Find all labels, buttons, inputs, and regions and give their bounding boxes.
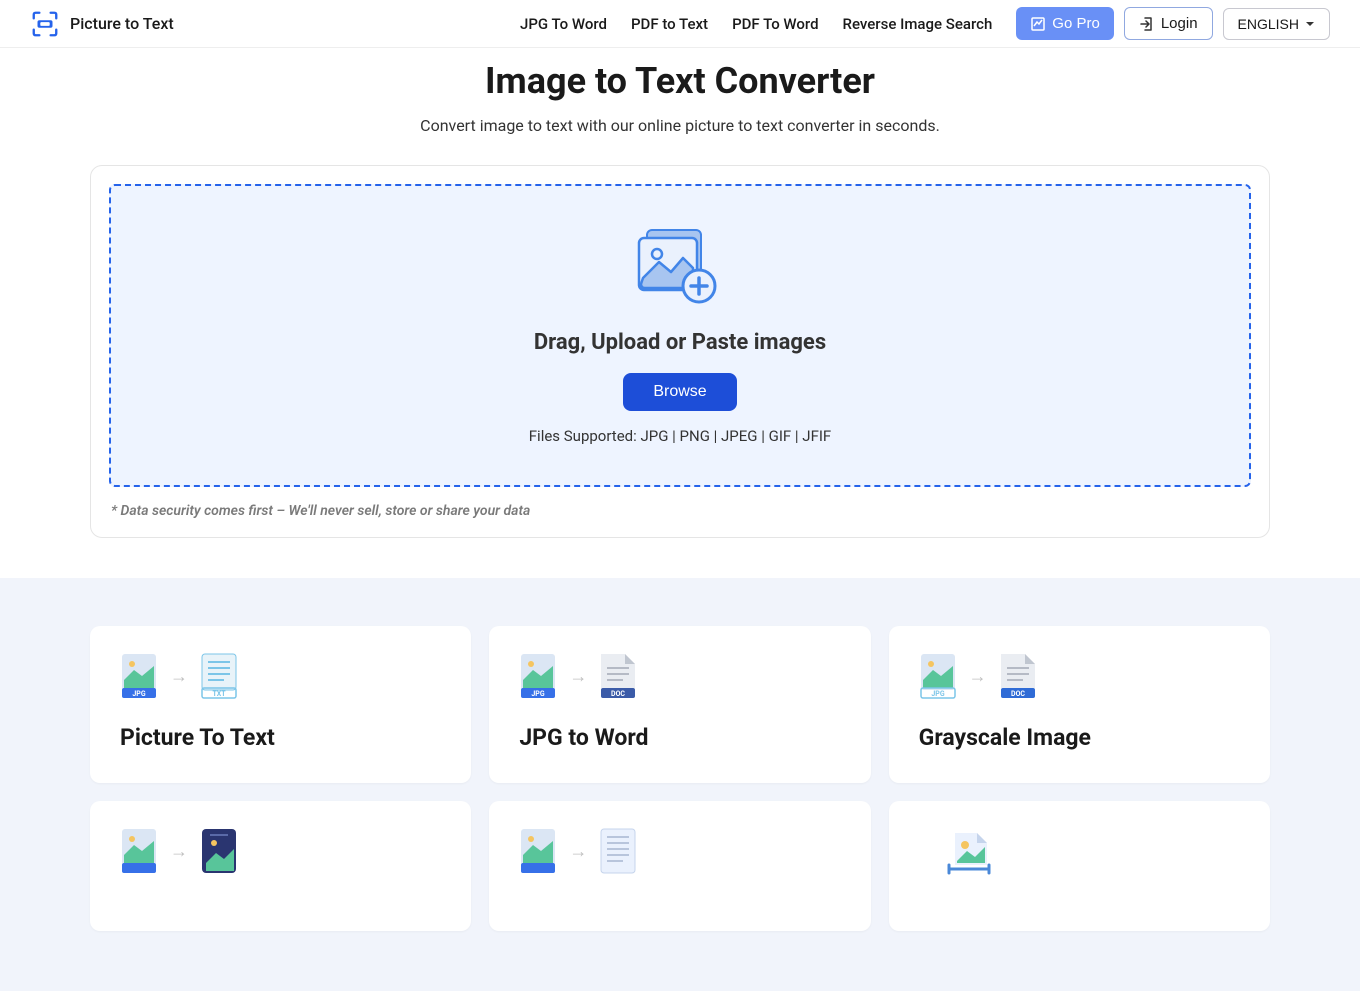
arrow-icon: →: [170, 841, 188, 862]
tool-icons: →: [120, 827, 441, 875]
logo-icon: [30, 9, 60, 39]
file-jpg-icon: JPG: [519, 652, 557, 700]
tool-card-5[interactable]: →: [489, 801, 870, 931]
arrow-icon: →: [170, 666, 188, 687]
svg-text:JPG: JPG: [931, 690, 944, 698]
tool-card-4[interactable]: →: [90, 801, 471, 931]
page-subtitle: Convert image to text with our online pi…: [0, 116, 1360, 135]
tool-card-grayscale-image[interactable]: JPG → DOC Grayscale Image: [889, 626, 1270, 783]
file-dark-icon: [200, 827, 238, 875]
tools-grid: JPG → TXT Picture To Text JPG → DOC JPG …: [90, 626, 1270, 931]
tool-icons: JPG → DOC: [919, 652, 1240, 700]
login-label: Login: [1161, 15, 1198, 32]
file-jpg-icon: JPG: [919, 652, 957, 700]
language-dropdown[interactable]: ENGLISH: [1223, 8, 1330, 40]
nav-jpg-to-word[interactable]: JPG To Word: [520, 15, 607, 33]
file-txt-icon: TXT: [200, 652, 238, 700]
tool-icons: JPG → TXT: [120, 652, 441, 700]
login-button[interactable]: Login: [1124, 7, 1213, 40]
go-pro-button[interactable]: Go Pro: [1016, 7, 1114, 40]
main-content: Image to Text Converter Convert image to…: [0, 48, 1360, 991]
tool-title: Picture To Text: [120, 724, 441, 751]
tool-title: Grayscale Image: [919, 724, 1240, 751]
svg-text:JPG: JPG: [532, 690, 545, 698]
header-controls: Go Pro Login ENGLISH: [1016, 7, 1330, 40]
language-label: ENGLISH: [1238, 16, 1299, 32]
tool-icons: [919, 827, 1240, 875]
arrow-icon: →: [569, 666, 587, 687]
nav-pdf-to-text[interactable]: PDF to Text: [631, 15, 708, 33]
upload-heading: Drag, Upload or Paste images: [131, 330, 1229, 355]
chart-icon: [1030, 16, 1046, 32]
tool-card-6[interactable]: [889, 801, 1270, 931]
login-icon: [1139, 16, 1155, 32]
tool-icons: →: [519, 827, 840, 875]
tool-card-picture-to-text[interactable]: JPG → TXT Picture To Text: [90, 626, 471, 783]
file-doc-icon: DOC: [999, 652, 1037, 700]
file-light-icon: [599, 827, 637, 875]
security-note: * Data security comes first – We'll neve…: [109, 503, 1251, 519]
tools-section: JPG → TXT Picture To Text JPG → DOC JPG …: [0, 578, 1360, 991]
file-doc-icon: DOC: [599, 652, 637, 700]
upload-container: Drag, Upload or Paste images Browse File…: [90, 165, 1270, 538]
tool-card-jpg-to-word[interactable]: JPG → DOC JPG to Word: [489, 626, 870, 783]
file-jpg-icon: JPG: [120, 652, 158, 700]
logo-text: Picture to Text: [70, 14, 174, 33]
header: Picture to Text JPG To Word PDF to Text …: [0, 0, 1360, 48]
page-title: Image to Text Converter: [0, 60, 1360, 102]
svg-text:DOC: DOC: [1011, 690, 1025, 698]
svg-text:TXT: TXT: [212, 690, 226, 698]
tool-icons: JPG → DOC: [519, 652, 840, 700]
dropzone[interactable]: Drag, Upload or Paste images Browse File…: [109, 184, 1251, 487]
file-jpg-icon: [519, 827, 557, 875]
logo[interactable]: Picture to Text: [30, 9, 174, 39]
main-nav: JPG To Word PDF to Text PDF To Word Reve…: [520, 7, 1330, 40]
file-jpg-icon: [120, 827, 158, 875]
supported-formats: Files Supported: JPG | PNG | JPEG | GIF …: [131, 427, 1229, 445]
arrow-icon: →: [569, 841, 587, 862]
upload-icon-wrap: [131, 226, 1229, 308]
nav-pdf-to-word[interactable]: PDF To Word: [732, 15, 818, 33]
nav-reverse-image-search[interactable]: Reverse Image Search: [843, 15, 993, 33]
arrow-icon: →: [969, 666, 987, 687]
chevron-down-icon: [1305, 21, 1315, 27]
tool-title: JPG to Word: [519, 724, 840, 751]
go-pro-label: Go Pro: [1052, 15, 1100, 32]
image-wide-icon: [947, 827, 991, 875]
upload-image-icon: [635, 226, 725, 308]
svg-text:DOC: DOC: [611, 690, 625, 698]
svg-text:JPG: JPG: [132, 690, 145, 698]
browse-button[interactable]: Browse: [623, 373, 736, 411]
